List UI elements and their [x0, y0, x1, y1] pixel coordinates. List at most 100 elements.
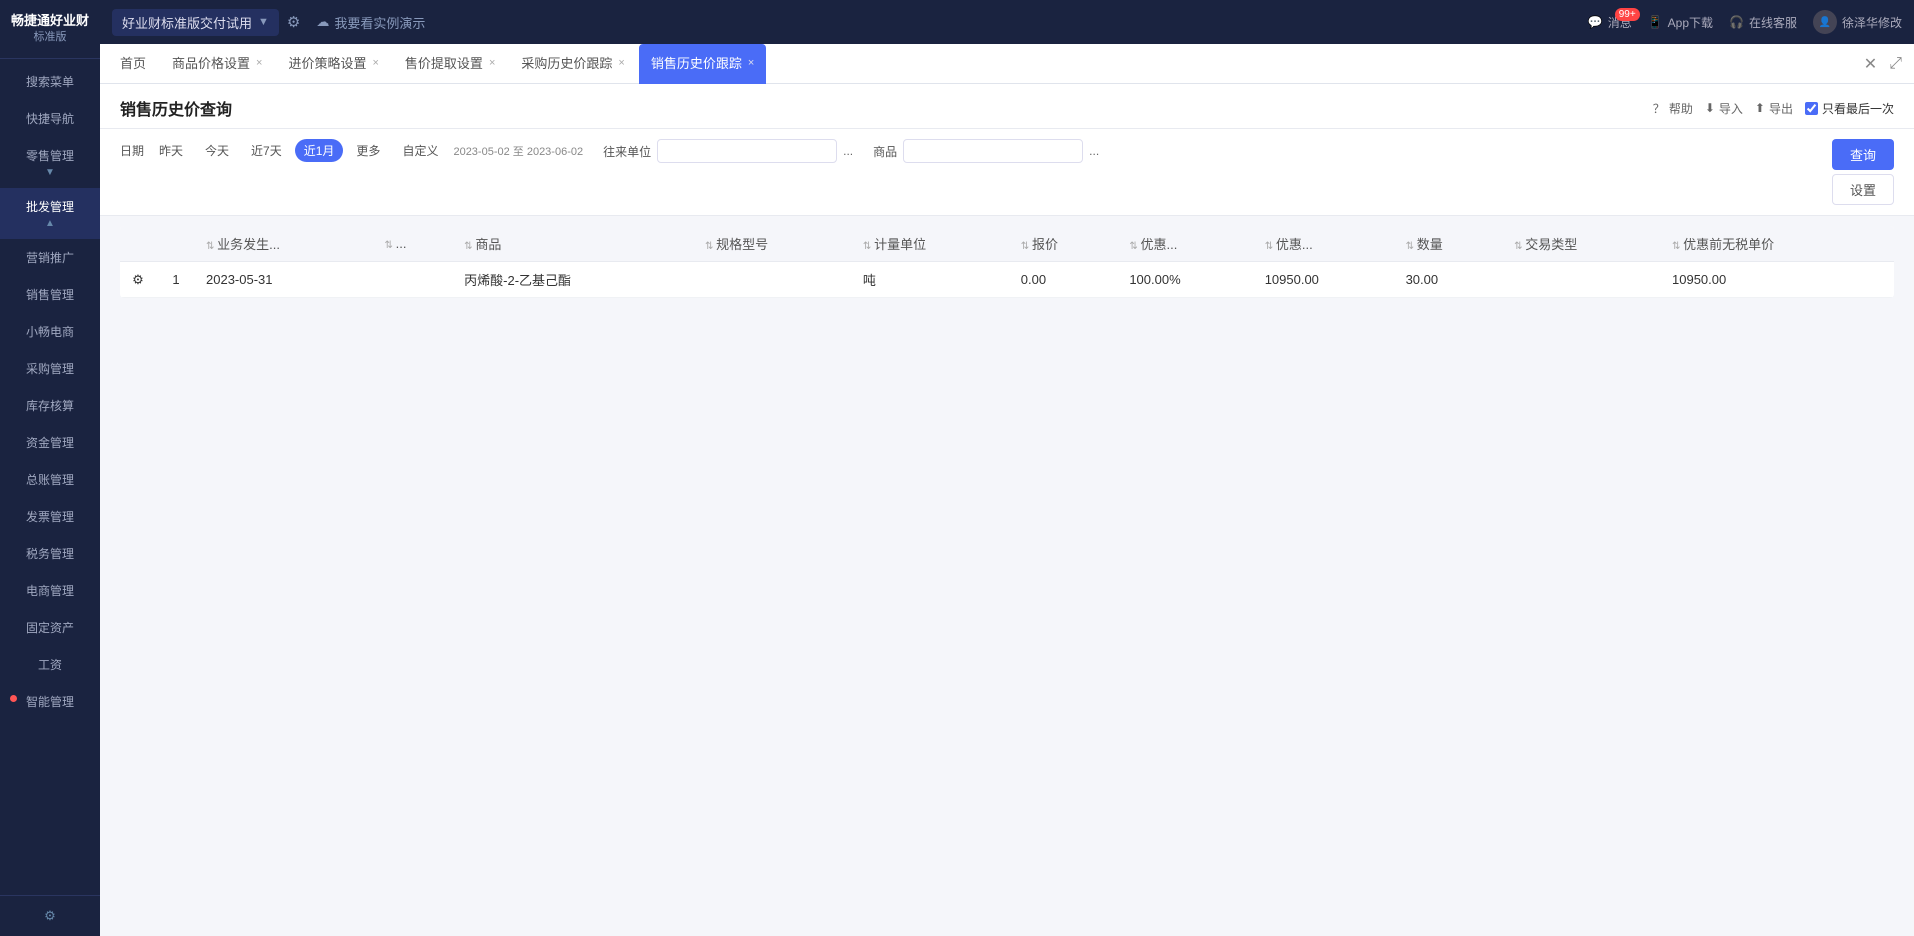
supplier-filter-group: 往来单位 ...: [603, 139, 853, 163]
close-tab-button[interactable]: ✕: [1860, 52, 1881, 76]
help-icon: ？: [1653, 100, 1665, 117]
page-title-row: 销售历史价查询 ？ 帮助 ⬇ 导入 ⬆ 导出: [120, 96, 1894, 128]
supplier-more-button[interactable]: ...: [843, 144, 853, 158]
app-download-label: App下载: [1668, 14, 1713, 31]
sidebar-item-retail[interactable]: 零售管理▼: [0, 137, 100, 188]
topbar-gear-icon[interactable]: ⚙: [287, 13, 300, 31]
logo-sub: 标准版: [8, 30, 92, 45]
query-button[interactable]: 查询: [1832, 139, 1894, 170]
tab-home[interactable]: 首页: [108, 44, 158, 84]
help-link[interactable]: ？ 帮助: [1653, 100, 1693, 117]
sidebar-item-wholesale[interactable]: 批发管理▲: [0, 188, 100, 239]
import-icon: ⬇: [1705, 101, 1715, 115]
tab-label: 首页: [120, 53, 146, 72]
sidebar-item-sales[interactable]: 销售管理: [0, 276, 100, 313]
sort-icon: ⇅: [1129, 241, 1140, 252]
tab-sales-history[interactable]: 销售历史价跟踪×: [639, 44, 766, 84]
date-pill-last1m[interactable]: 近1月: [295, 139, 344, 162]
sidebar-item-purchase[interactable]: 采购管理: [0, 350, 100, 387]
sort-icon: ⇅: [705, 241, 716, 252]
sidebar-item-label: 总账管理: [26, 471, 74, 488]
col-header-spec: ⇅ 规格型号: [695, 226, 853, 262]
supplier-input[interactable]: [657, 139, 837, 163]
row-gear-icon[interactable]: ⚙: [120, 262, 156, 298]
col-header-tx_type: ⇅ 交易类型: [1504, 226, 1662, 262]
page-actions: ？ 帮助 ⬇ 导入 ⬆ 导出 只看最后一次: [1653, 100, 1894, 117]
tab-label: 进价策略设置: [288, 53, 366, 72]
export-link[interactable]: ⬆ 导出: [1755, 100, 1793, 117]
tab-close-icon[interactable]: ×: [748, 57, 754, 69]
import-link[interactable]: ⬇ 导入: [1705, 100, 1743, 117]
export-icon: ⬆: [1755, 101, 1765, 115]
sort-icon: ⇅: [1672, 241, 1683, 252]
tab-close-icon[interactable]: ×: [372, 57, 378, 69]
settings-button[interactable]: 设置: [1832, 174, 1894, 205]
sort-icon: ⇅: [1021, 241, 1032, 252]
date-pill-yesterday[interactable]: 昨天: [150, 139, 192, 162]
sidebar-item-finance[interactable]: 资金管理: [0, 424, 100, 461]
sidebar-item-invoice[interactable]: 发票管理: [0, 498, 100, 535]
tab-label: 售价提取设置: [405, 53, 483, 72]
sidebar-item-inventory[interactable]: 库存核算: [0, 387, 100, 424]
tab-close-icon[interactable]: ×: [489, 57, 495, 69]
sidebar-item-label: 搜索菜单: [26, 73, 74, 90]
phone-icon: 📱: [1648, 15, 1663, 29]
goods-input[interactable]: [903, 139, 1083, 163]
workspace-dropdown[interactable]: 好业财标准版交付试用 ▼: [112, 9, 279, 36]
chevron-down-icon: ▼: [45, 167, 55, 178]
sidebar-item-quick-nav[interactable]: 快捷导航: [0, 100, 100, 137]
sidebar-item-label: 采购管理: [26, 360, 74, 377]
tab-close-icon[interactable]: ×: [256, 57, 262, 69]
action-buttons: 查询 设置: [1832, 139, 1894, 205]
date-pill-last7[interactable]: 近7天: [242, 139, 291, 162]
supplier-label: 往来单位: [603, 143, 651, 160]
maximize-button[interactable]: ⤢: [1885, 53, 1906, 75]
tab-purchase-strategy[interactable]: 进价策略设置 ×: [276, 44, 390, 84]
online-service-button[interactable]: 🎧 在线客服: [1729, 14, 1797, 31]
date-pill-more[interactable]: 更多: [347, 139, 389, 162]
goods-more-button[interactable]: ...: [1089, 144, 1099, 158]
page-header: 销售历史价查询 ？ 帮助 ⬇ 导入 ⬆ 导出: [100, 84, 1914, 129]
row-discount1: 100.00%: [1119, 262, 1254, 298]
sidebar-item-search[interactable]: 搜索菜单: [0, 63, 100, 100]
tab-close-icon[interactable]: ×: [618, 57, 624, 69]
app-download-button[interactable]: 📱 App下载: [1648, 14, 1713, 31]
user-menu[interactable]: 👤 徐泽华修改: [1813, 10, 1902, 34]
date-pill-today[interactable]: 今天: [196, 139, 238, 162]
row-unit: 吨: [853, 262, 1011, 298]
sidebar-item-label: 固定资产: [26, 619, 74, 636]
sidebar-item-label: 税务管理: [26, 545, 74, 562]
last-only-checkbox[interactable]: [1805, 102, 1818, 115]
app-logo: 畅捷通好业财 标准版: [0, 0, 100, 59]
sort-icon: ⇅: [1514, 241, 1525, 252]
sidebar-item-payroll[interactable]: 工资: [0, 646, 100, 683]
date-pill-custom[interactable]: 自定义: [393, 139, 447, 162]
sidebar-item-label: 智能管理: [26, 693, 74, 710]
col-header-num: [156, 226, 196, 262]
sidebar-item-assets[interactable]: 固定资产: [0, 609, 100, 646]
tab-sale-price[interactable]: 售价提取设置 ×: [393, 44, 507, 84]
tab-purchase-history[interactable]: 采购历史价跟踪×: [509, 44, 636, 84]
demo-link[interactable]: ☁ 我要看实例演示: [316, 13, 425, 32]
sidebar-item-accounting[interactable]: 总账管理: [0, 461, 100, 498]
sidebar-settings-button[interactable]: ⚙: [0, 895, 100, 936]
sidebar-item-ecommerce[interactable]: 电商管理: [0, 572, 100, 609]
sidebar-item-marketing[interactable]: 营销推广: [0, 239, 100, 276]
topbar: 好业财标准版交付试用 ▼ ⚙ ☁ 我要看实例演示 💬 消息 99+ 📱 App下…: [100, 0, 1914, 44]
logo-title: 畅捷通好业财: [8, 12, 92, 30]
chevron-down-icon: ▼: [258, 16, 269, 28]
tab-price[interactable]: 商品价格设置×: [160, 44, 274, 84]
col-header-discount2: ⇅ 优惠...: [1255, 226, 1396, 262]
date-filter-group: 日期 昨天今天近7天近1月更多自定义 2023-05-02 至 2023-06-…: [120, 139, 583, 162]
table-header: ⇅ 业务发生...⇅ ...⇅ 商品⇅ 规格型号⇅ 计量单位⇅ 报价⇅ 优惠..…: [120, 226, 1894, 262]
sidebar-nav: 搜索菜单快捷导航零售管理▼批发管理▲ 营销推广销售管理小畅电商采购管理库存核算资金…: [0, 59, 100, 895]
sidebar-item-ecommerce-small[interactable]: 小畅电商: [0, 313, 100, 350]
message-button[interactable]: 💬 消息 99+: [1588, 14, 1632, 31]
sidebar-item-smart[interactable]: 智能管理: [0, 683, 100, 720]
col-header-date: ⇅ 业务发生...: [196, 226, 374, 262]
sidebar-item-tax[interactable]: 税务管理: [0, 535, 100, 572]
filter-row: 日期 昨天今天近7天近1月更多自定义 2023-05-02 至 2023-06-…: [100, 129, 1914, 216]
cloud-icon: ☁: [316, 14, 329, 30]
col-header-index: [120, 226, 156, 262]
sidebar-item-label: 营销推广: [26, 249, 74, 266]
